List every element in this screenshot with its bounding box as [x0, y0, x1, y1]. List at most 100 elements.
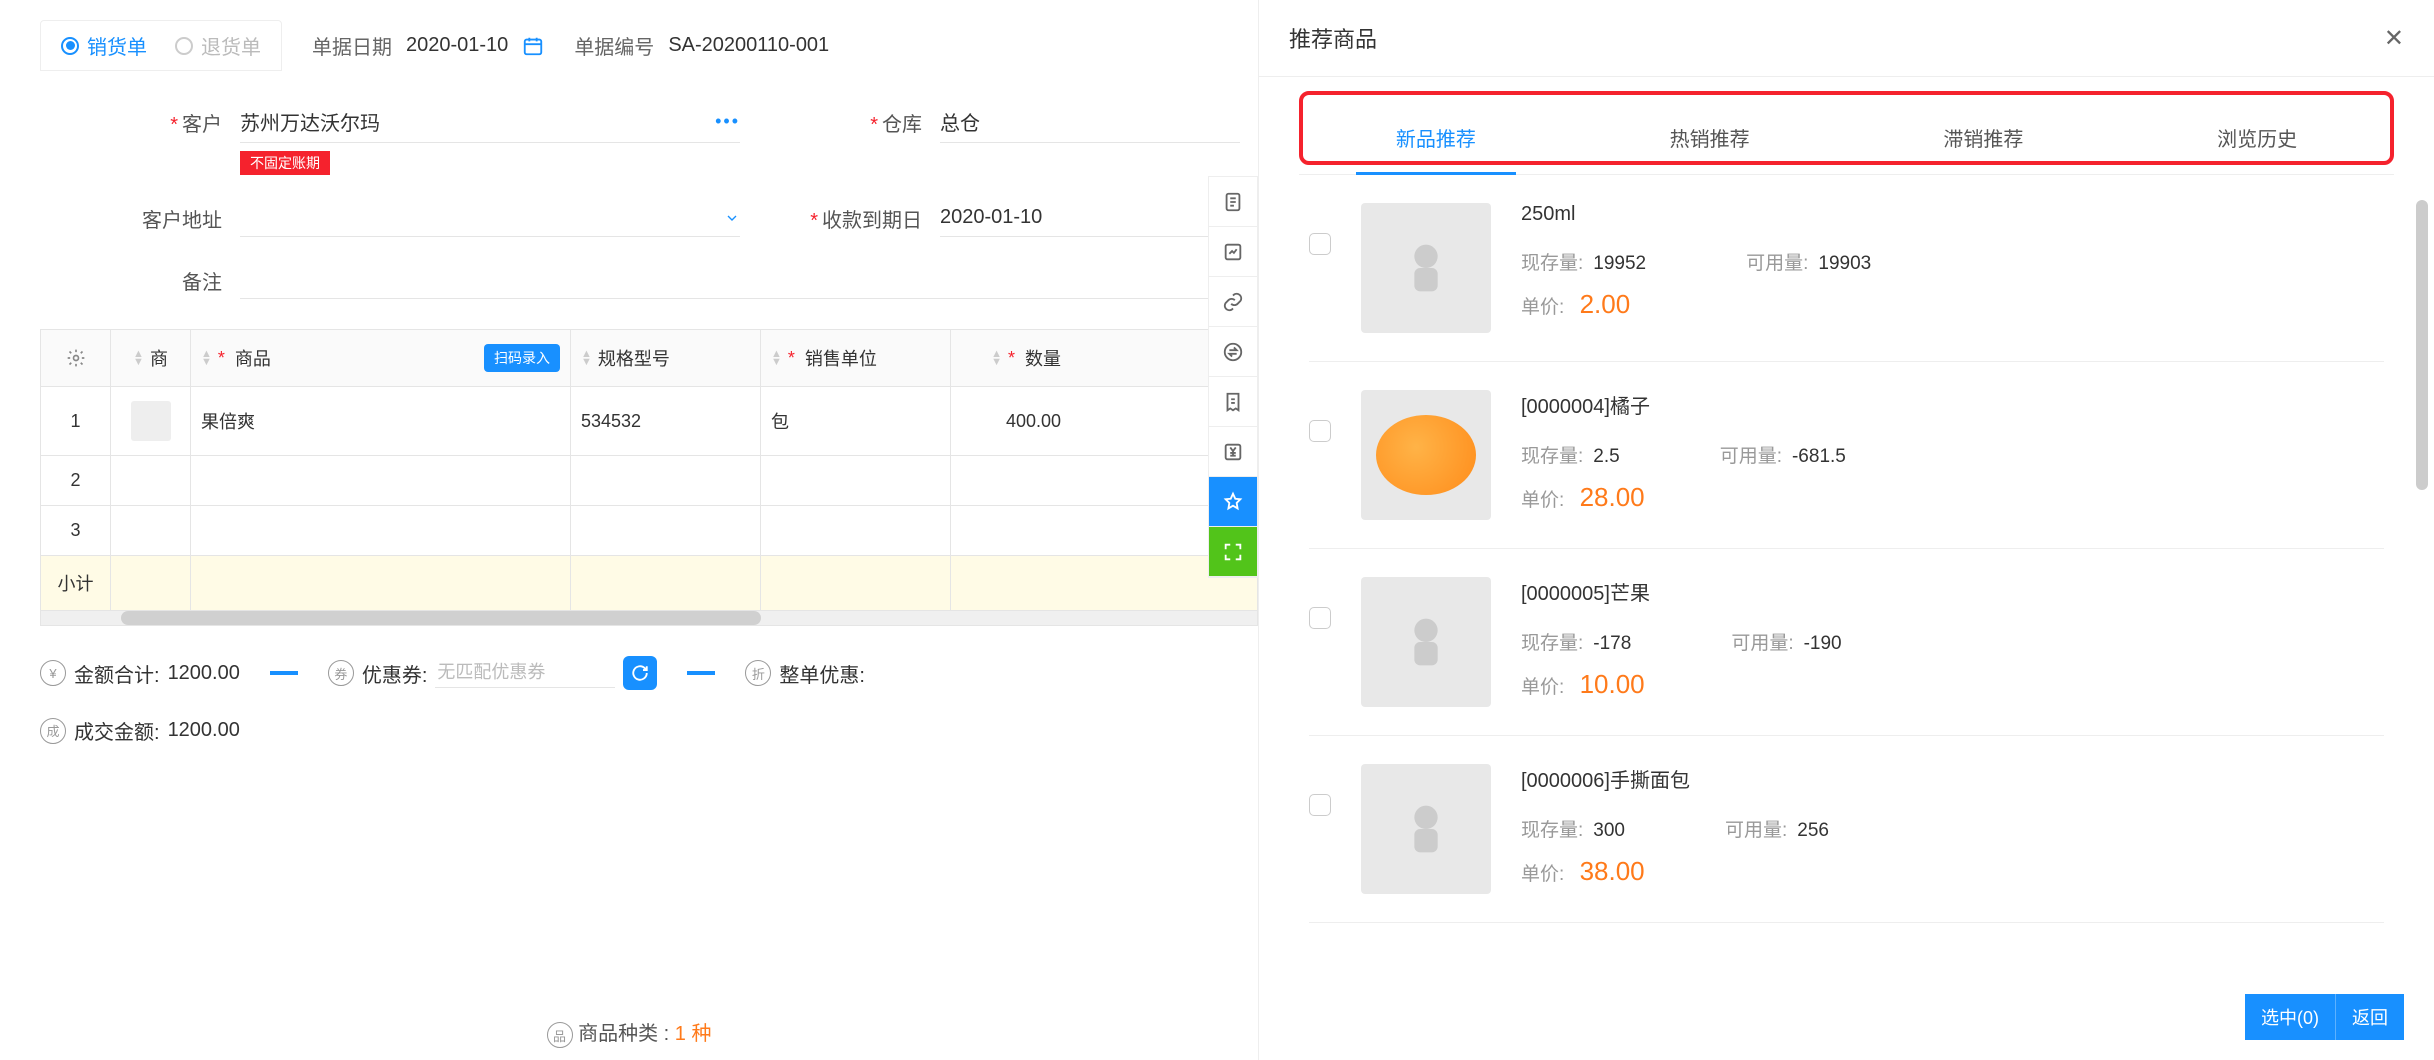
item-price: 单价: 28.00 [1521, 482, 2384, 513]
doc-no-label: 单据编号 [574, 31, 654, 60]
discount-group: 折 整单优惠: [745, 659, 865, 688]
close-icon[interactable]: ✕ [2384, 24, 2404, 53]
tab-history[interactable]: 浏览历史 [2120, 97, 2394, 174]
item-price: 单价: 2.00 [1521, 289, 2384, 320]
warehouse-field[interactable]: 总仓 [940, 101, 1240, 143]
recommend-item: [0000006]手撕面包 现存量:300 可用量:256 单价: 38.00 [1309, 736, 2384, 923]
toolbar-yen-button[interactable] [1209, 427, 1257, 477]
th-spec[interactable]: ▲▼ 规格型号 [571, 330, 761, 386]
address-label: 客户地址 [40, 204, 240, 233]
table-row[interactable]: 3 [41, 506, 1257, 556]
cell-qty[interactable]: 400.00 [951, 387, 1071, 455]
placeholder-icon [1391, 794, 1461, 864]
item-image [1361, 764, 1491, 894]
th-unit[interactable]: ▲▼ *销售单位 [761, 330, 951, 386]
toolbar-doc-button[interactable] [1209, 177, 1257, 227]
radio-label: 退货单 [201, 31, 261, 60]
side-toolbar [1208, 176, 1258, 578]
avail-value: -190 [1804, 633, 1842, 654]
radio-label: 销货单 [87, 31, 147, 60]
item-stats: 现存量:-178 可用量:-190 [1521, 628, 2384, 655]
recommend-item: 250ml 现存量:19952 可用量:19903 单价: 2.00 [1309, 175, 2384, 362]
toolbar-chart-button[interactable] [1209, 227, 1257, 277]
customer-lookup-icon[interactable]: ••• [715, 111, 740, 132]
duedate-field[interactable]: 2020-01-10 [940, 199, 1240, 237]
th-product[interactable]: ▲▼ *商品 扫码录入 [191, 330, 571, 386]
recommend-list[interactable]: 250ml 现存量:19952 可用量:19903 单价: 2.00 [0000… [1259, 175, 2434, 1060]
cell-qty[interactable] [951, 506, 1071, 555]
cell-qty[interactable] [951, 456, 1071, 505]
scan-input-button[interactable]: 扫码录入 [484, 344, 560, 372]
coupon-icon: 券 [328, 660, 354, 686]
toolbar-receipt-button[interactable] [1209, 377, 1257, 427]
scrollbar-thumb[interactable] [121, 611, 761, 625]
cell-product[interactable]: 果倍爽 [191, 387, 571, 455]
item-price: 单价: 10.00 [1521, 669, 2384, 700]
item-stats: 现存量:2.5 可用量:-681.5 [1521, 441, 2384, 468]
radio-sales-order[interactable]: 销货单 [61, 31, 147, 60]
stock-value: 300 [1593, 820, 1625, 841]
calendar-icon[interactable] [522, 35, 544, 57]
avail-label: 可用量: [1731, 633, 1793, 654]
item-info: [0000006]手撕面包 现存量:300 可用量:256 单价: 38.00 [1521, 764, 2384, 887]
customer-field[interactable]: 苏州万达沃尔玛 ••• [240, 101, 740, 143]
dash-icon [270, 671, 298, 675]
select-button[interactable]: 选中(0) [2245, 994, 2335, 1040]
chart-icon [1222, 241, 1244, 263]
sort-icon: ▲▼ [991, 350, 1002, 366]
th-settings[interactable] [41, 330, 111, 386]
toolbar-swap-button[interactable] [1209, 327, 1257, 377]
cell-index: 2 [41, 456, 111, 505]
cell-product[interactable] [191, 506, 571, 555]
address-field[interactable] [240, 199, 740, 237]
cell-unit[interactable] [761, 456, 951, 505]
item-name: [0000004]橘子 [1521, 390, 2384, 419]
cell-unit[interactable] [761, 506, 951, 555]
item-image [1361, 203, 1491, 333]
tab-slow[interactable]: 滞销推荐 [1847, 97, 2121, 174]
vertical-scrollbar[interactable] [2416, 200, 2428, 490]
recommend-panel: 推荐商品 ✕ 新品推荐 热销推荐 滞销推荐 浏览历史 250ml 现存量:199… [1258, 0, 2434, 1060]
avail-value: 19903 [1818, 253, 1871, 274]
coupon-refresh-button[interactable] [623, 656, 657, 690]
tab-hot[interactable]: 热销推荐 [1573, 97, 1847, 174]
remark-field[interactable] [240, 261, 1240, 299]
back-button[interactable]: 返回 [2335, 994, 2404, 1040]
cell-image [111, 456, 191, 505]
doc-date-label: 单据日期 [312, 31, 392, 60]
form-grid: *客户 苏州万达沃尔玛 ••• *仓库 总仓 不固定账期 客户地址 *收款到期日 [40, 101, 1258, 299]
item-checkbox[interactable] [1309, 794, 1331, 816]
doc-date-value[interactable]: 2020-01-10 [406, 34, 508, 57]
tab-new[interactable]: 新品推荐 [1299, 97, 1573, 174]
chevron-down-icon[interactable] [724, 210, 740, 226]
sort-icon: ▲▼ [581, 350, 592, 366]
price-value: 38.00 [1580, 856, 1645, 886]
swap-icon [1222, 341, 1244, 363]
th-image[interactable]: ▲▼ 商 [111, 330, 191, 386]
item-name: 250ml [1521, 203, 2384, 226]
horizontal-scrollbar[interactable] [41, 611, 1257, 625]
coupon-input[interactable] [435, 658, 615, 688]
cell-spec[interactable] [571, 456, 761, 505]
toolbar-link-button[interactable] [1209, 277, 1257, 327]
cell-spec[interactable]: 534532 [571, 387, 761, 455]
item-checkbox[interactable] [1309, 607, 1331, 629]
item-checkbox[interactable] [1309, 420, 1331, 442]
item-checkbox[interactable] [1309, 233, 1331, 255]
th-qty[interactable]: ▲▼ *数量 [951, 330, 1071, 386]
cell-image [111, 387, 191, 455]
cell-product[interactable] [191, 456, 571, 505]
coupon-group: 券 优惠券: [328, 656, 658, 690]
panel-footer: 选中(0) 返回 [2245, 994, 2404, 1040]
radio-return-order[interactable]: 退货单 [175, 31, 261, 60]
star-icon [1222, 491, 1244, 513]
item-info: [0000004]橘子 现存量:2.5 可用量:-681.5 单价: 28.00 [1521, 390, 2384, 513]
table-row[interactable]: 1 果倍爽 534532 包 400.00 [41, 387, 1257, 456]
toolbar-star-button[interactable] [1209, 477, 1257, 527]
price-label: 单价: [1521, 297, 1564, 318]
cell-spec[interactable] [571, 506, 761, 555]
cell-unit[interactable]: 包 [761, 387, 951, 455]
toolbar-expand-button[interactable] [1209, 527, 1257, 577]
table-row[interactable]: 2 [41, 456, 1257, 506]
panel-title: 推荐商品 [1289, 22, 1377, 54]
